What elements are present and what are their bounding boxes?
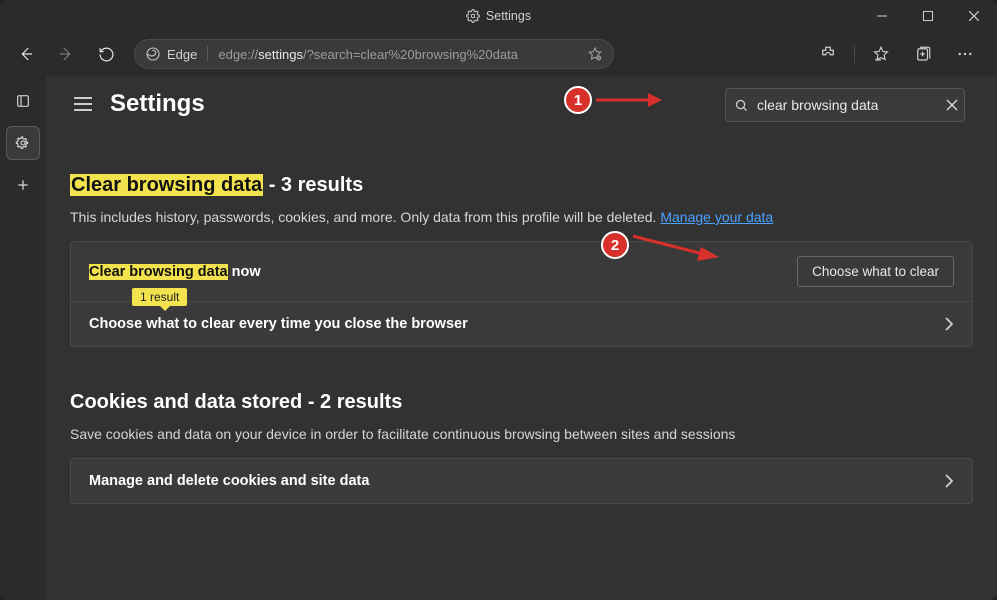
section-desc-text: This includes history, passwords, cookie… [70,209,660,225]
refresh-button[interactable] [88,37,124,71]
url-scheme: edge:// [218,47,258,62]
edge-logo-icon [145,46,161,62]
address-bar[interactable]: Edge edge://settings/?search=clear%20bro… [134,39,614,69]
clear-on-close-row[interactable]: Choose what to clear every time you clos… [71,302,972,346]
section-cookies-data: Cookies and data stored - 2 results Save… [70,391,973,504]
manage-cookies-row[interactable]: Manage and delete cookies and site data [71,459,972,503]
app-window: Settings Edge edge://settings/?search=cl… [0,0,997,600]
url-text: edge://settings/?search=clear%20browsing… [218,47,518,62]
page-title: Settings [110,90,205,118]
search-icon [734,98,749,113]
site-identity[interactable]: Edge [145,46,197,62]
window-title: Settings [486,9,531,23]
minimize-button[interactable] [859,0,905,32]
tab-actions-button[interactable] [6,84,40,118]
clear-browsing-card: Clear browsing data now Choose what to c… [70,241,973,347]
row-label: Manage and delete cookies and site data [89,473,369,489]
address-separator [207,46,208,62]
settings-content: Settings 1 Clear browsing data - 3 resul… [46,76,997,600]
favorites-button[interactable] [865,38,897,70]
gear-icon [466,9,480,23]
forward-button[interactable] [48,37,84,71]
window-title-group: Settings [466,9,531,23]
vertical-tab-strip [0,76,46,600]
collections-button[interactable] [907,38,939,70]
cookies-card: Manage and delete cookies and site data [70,458,973,504]
title-bar: Settings [0,0,997,32]
site-identity-label: Edge [167,47,197,62]
manage-your-data-link[interactable]: Manage your data [660,209,773,225]
section-title-suffix: - 3 results [263,174,363,196]
settings-search-box[interactable] [725,88,965,122]
browser-toolbar: Edge edge://settings/?search=clear%20bro… [0,32,997,76]
clear-browsing-data-now-row: Clear browsing data now Choose what to c… [71,242,972,301]
toolbar-actions [812,38,989,70]
section-description: This includes history, passwords, cookie… [70,209,973,225]
search-clear-button[interactable] [946,99,958,111]
section-title-highlight: Clear browsing data [70,174,263,196]
row-label: Choose what to clear every time you clos… [89,316,468,332]
back-button[interactable] [8,37,44,71]
more-button[interactable] [949,38,981,70]
close-button[interactable] [951,0,997,32]
row-label-highlight: Clear browsing data [89,264,228,280]
favorite-star-icon[interactable] [587,46,603,62]
section-clear-browsing-data: Clear browsing data - 3 results This inc… [70,174,973,347]
url-query: /?search=clear%20browsing%20data [303,47,518,62]
extensions-button[interactable] [812,38,844,70]
url-path: settings [258,47,303,62]
section-description: Save cookies and data on your device in … [70,426,973,442]
maximize-button[interactable] [905,0,951,32]
section-title: Cookies and data stored - 2 results [70,391,973,414]
row-label-suffix: now [228,264,261,280]
choose-what-to-clear-button[interactable]: Choose what to clear [797,256,954,287]
settings-search-input[interactable] [757,97,938,113]
settings-menu-button[interactable] [70,91,96,117]
window-controls [859,0,997,32]
chevron-right-icon [944,317,954,331]
page-body: Settings 1 Clear browsing data - 3 resul… [0,76,997,600]
row-label: Clear browsing data now [89,264,261,280]
chevron-right-icon [944,474,954,488]
tab-settings[interactable] [6,126,40,160]
section-title: Clear browsing data - 3 results [70,174,973,197]
new-tab-button[interactable] [6,168,40,202]
